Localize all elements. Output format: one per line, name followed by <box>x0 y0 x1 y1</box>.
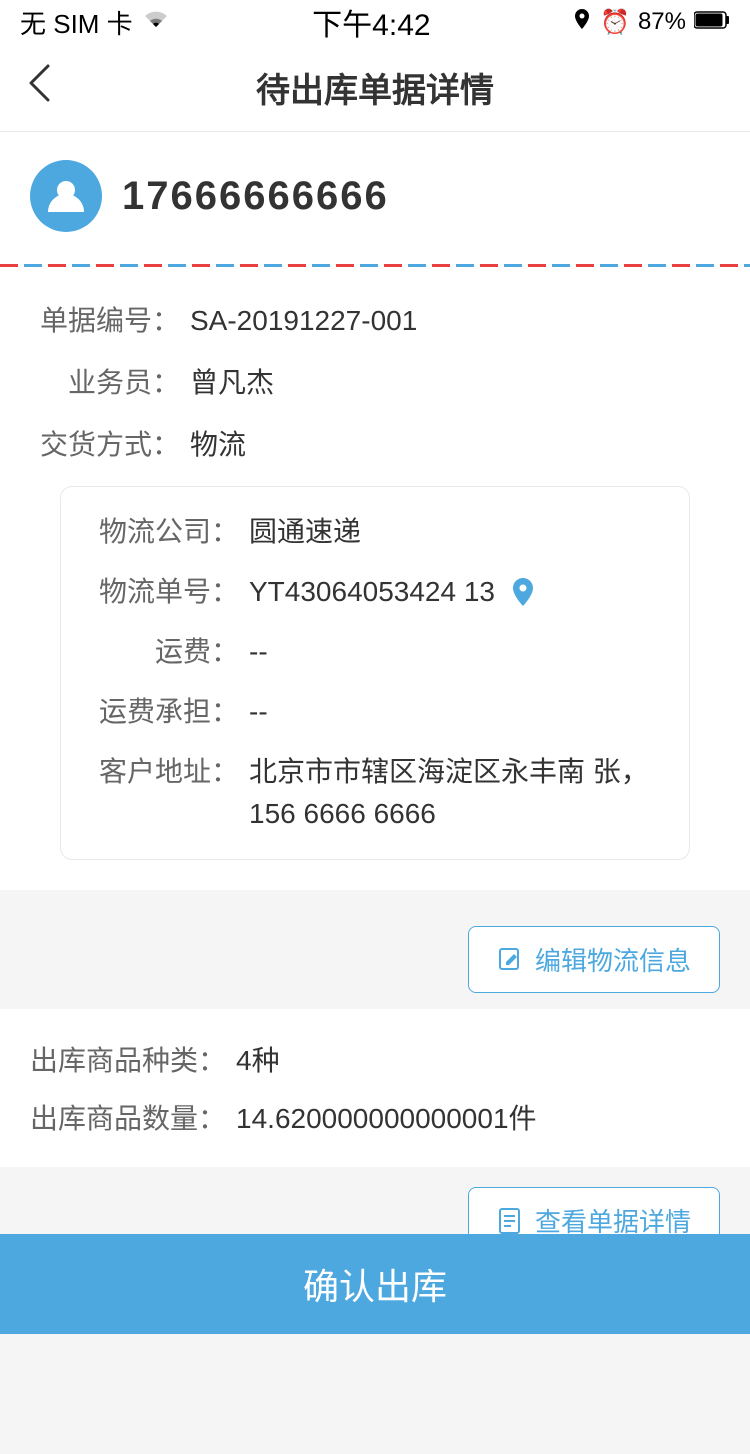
goods-quantity-value: 14.620000000000001件 <box>236 1097 720 1137</box>
confirm-outbound-button[interactable]: 确认出库 <box>0 1234 750 1334</box>
logistics-company-label: 物流公司： <box>89 511 249 553</box>
goods-types-row: 出库商品种类： 4种 <box>30 1039 720 1079</box>
section-gap-1 <box>0 993 750 1009</box>
edit-btn-row: 编辑物流信息 <box>0 906 750 993</box>
customer-phone: 17666666666 <box>122 174 389 219</box>
goods-quantity-row: 出库商品数量： 14.620000000000001件 <box>30 1097 720 1137</box>
status-left: 无 SIM 卡 <box>20 4 171 41</box>
delivery-method-row: 交货方式： 物流 <box>30 424 720 466</box>
customer-card: 17666666666 <box>0 132 750 260</box>
salesperson-label: 业务员： <box>30 362 190 404</box>
confirm-btn-text: 确认出库 <box>303 1258 447 1310</box>
tracking-no-row: 物流单号： YT43064053424 13 <box>89 571 661 613</box>
order-info-section: 单据编号： SA-20191227-001 业务员： 曾凡杰 交货方式： 物流 … <box>0 270 750 890</box>
freight-bear-label: 运费承担： <box>89 691 249 733</box>
logistics-company-value: 圆通速递 <box>249 511 661 553</box>
tracking-no-label: 物流单号： <box>89 571 249 613</box>
document-icon <box>497 1207 525 1235</box>
document-no-label: 单据编号： <box>30 300 190 342</box>
salesperson-value: 曾凡杰 <box>190 362 720 404</box>
wifi-icon <box>141 7 171 38</box>
freight-value: -- <box>249 631 661 673</box>
edit-logistics-button[interactable]: 编辑物流信息 <box>468 926 720 993</box>
address-label: 客户地址： <box>89 751 249 793</box>
freight-row: 运费： -- <box>89 631 661 673</box>
status-right: ⏰ 87% <box>572 8 730 37</box>
status-time: 下午4:42 <box>312 0 430 44</box>
salesperson-row: 业务员： 曾凡杰 <box>30 362 720 404</box>
location-status-icon <box>572 8 592 36</box>
delivery-method-value: 物流 <box>190 424 720 466</box>
page-title: 待出库单据详情 <box>256 63 494 112</box>
document-no-value: SA-20191227-001 <box>190 300 720 342</box>
map-pin-icon[interactable] <box>507 576 539 608</box>
logistics-card: 物流公司： 圆通速递 物流单号： YT43064053424 13 运费： --… <box>60 486 690 860</box>
status-bar: 无 SIM 卡 下午4:42 ⏰ 87% <box>0 0 750 44</box>
logistics-company-row: 物流公司： 圆通速递 <box>89 511 661 553</box>
freight-bear-value: -- <box>249 691 661 733</box>
goods-quantity-label: 出库商品数量： <box>30 1097 236 1137</box>
edit-btn-label: 编辑物流信息 <box>535 941 691 978</box>
alarm-icon: ⏰ <box>600 8 630 37</box>
back-button[interactable] <box>28 64 50 112</box>
tracking-no-value: YT43064053424 13 <box>249 571 661 613</box>
delivery-method-label: 交货方式： <box>30 424 190 466</box>
dashed-separator <box>0 260 750 270</box>
battery-text: 87% <box>638 8 686 36</box>
address-value: 北京市市辖区海淀区永丰南 张，156 6666 6666 <box>249 751 661 835</box>
nav-bar: 待出库单据详情 <box>0 44 750 132</box>
goods-types-label: 出库商品种类： <box>30 1039 236 1079</box>
freight-label: 运费： <box>89 631 249 673</box>
battery-icon <box>694 8 730 36</box>
freight-bear-row: 运费承担： -- <box>89 691 661 733</box>
goods-section: 出库商品种类： 4种 出库商品数量： 14.620000000000001件 <box>0 1009 750 1167</box>
document-no-row: 单据编号： SA-20191227-001 <box>30 300 720 342</box>
goods-types-value: 4种 <box>236 1039 720 1079</box>
address-row: 客户地址： 北京市市辖区海淀区永丰南 张，156 6666 6666 <box>89 751 661 835</box>
sim-text: 无 SIM 卡 <box>20 4 133 41</box>
edit-icon <box>497 946 525 974</box>
avatar <box>30 160 102 232</box>
